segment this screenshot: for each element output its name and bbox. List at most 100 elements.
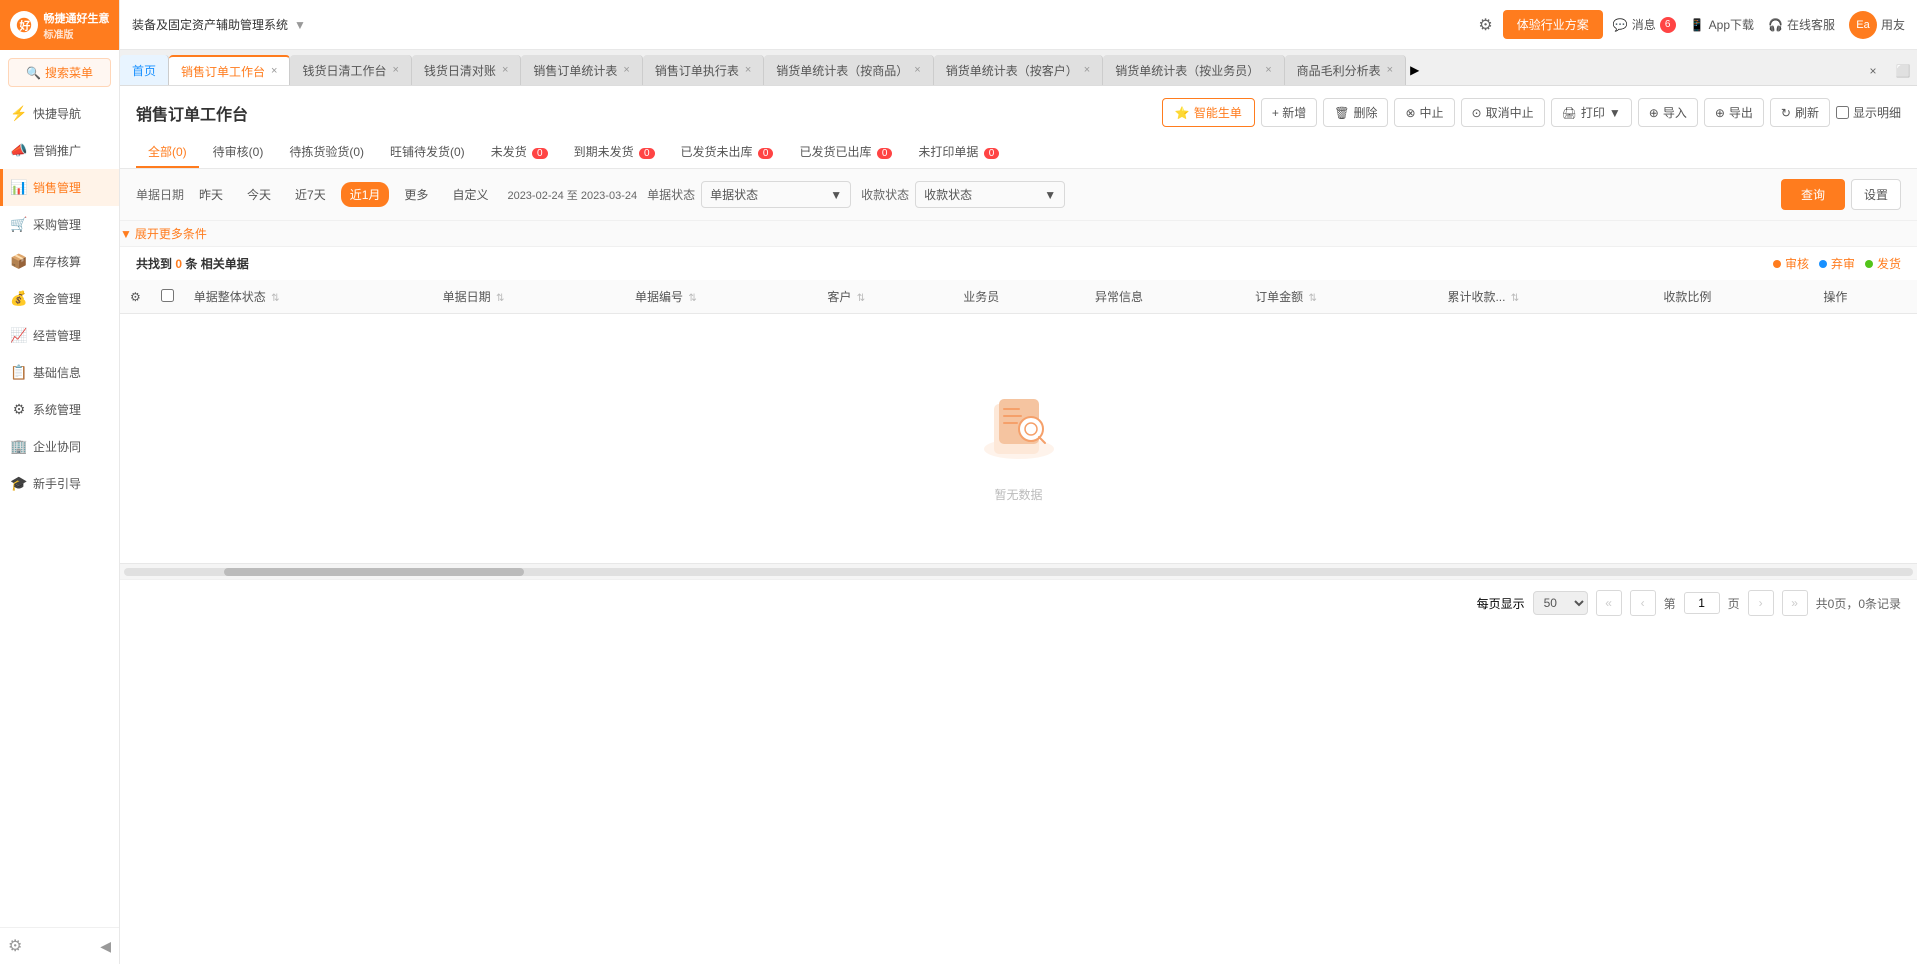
- sort-collected-icon[interactable]: ⇅: [1511, 293, 1519, 304]
- sort-date-icon[interactable]: ⇅: [496, 293, 504, 304]
- tab-home[interactable]: 首页: [120, 55, 169, 85]
- expand-more-btn[interactable]: ▼ 展开更多条件: [120, 225, 1917, 242]
- tab-sales-exec[interactable]: 销售订单执行表 ×: [643, 55, 764, 85]
- query-btn[interactable]: 查询: [1781, 179, 1845, 210]
- show-detail-checkbox[interactable]: [1836, 106, 1849, 119]
- sidebar-settings-icon[interactable]: ⚙: [8, 936, 22, 956]
- select-all-checkbox[interactable]: [161, 289, 174, 302]
- sidebar-item-sales[interactable]: 📊 销售管理: [0, 169, 119, 206]
- tab-close-summary-customer[interactable]: ×: [1084, 64, 1090, 76]
- new-btn[interactable]: + 新增: [1261, 98, 1317, 127]
- tabs-action-close-all[interactable]: ×: [1859, 57, 1887, 85]
- payment-select[interactable]: 收款状态 ▼: [915, 181, 1065, 208]
- page-number-input[interactable]: [1684, 592, 1720, 614]
- industry-btn[interactable]: 体验行业方案: [1503, 10, 1603, 39]
- tab-close-sales-order[interactable]: ×: [271, 65, 277, 77]
- tab-cash-reconcile[interactable]: 钱货日清对账 ×: [412, 55, 521, 85]
- sub-tab-wangpu[interactable]: 旺铺待发货(0): [378, 137, 477, 168]
- sidebar-item-finance[interactable]: 💰 资金管理: [0, 280, 119, 317]
- scroll-thumb[interactable]: [224, 568, 524, 576]
- date-btn-today[interactable]: 今天: [238, 182, 280, 207]
- user-item[interactable]: Ea 用友: [1849, 11, 1905, 39]
- first-page-btn[interactable]: «: [1596, 590, 1622, 616]
- show-detail-label[interactable]: 显示明细: [1836, 104, 1901, 121]
- sort-status-icon[interactable]: ⇅: [271, 293, 279, 304]
- refresh-btn[interactable]: ↻ 刷新: [1770, 98, 1830, 127]
- tab-product-margin[interactable]: 商品毛利分析表 ×: [1285, 55, 1406, 85]
- sub-tab-expired-not-shipped[interactable]: 到期未发货 0: [562, 137, 667, 168]
- sidebar-item-inventory[interactable]: 📦 库存核算: [0, 243, 119, 280]
- topbar-settings-icon[interactable]: ⚙: [1478, 15, 1492, 35]
- tabs-more-nav[interactable]: ▶: [1406, 55, 1423, 85]
- sidebar-search[interactable]: 🔍 搜索菜单: [0, 50, 119, 95]
- sub-tab-shipped-not-out[interactable]: 已发货未出库 0: [669, 137, 786, 168]
- ship-action[interactable]: 发货: [1865, 255, 1901, 272]
- date-btn-yesterday[interactable]: 昨天: [190, 182, 232, 207]
- tab-sales-summary-product[interactable]: 销货单统计表（按商品） ×: [764, 55, 933, 85]
- sidebar-item-operations[interactable]: 📈 经营管理: [0, 317, 119, 354]
- tabs-action-maximize[interactable]: ⬜: [1889, 57, 1917, 85]
- result-count: 共找到 0 条 相关单据: [136, 255, 249, 272]
- sidebar: 好 畅捷通好生意 标准版 🔍 搜索菜单 ⚡ 快捷导航 📣 营销推广 📊 销售管理…: [0, 0, 120, 964]
- sub-tab-all[interactable]: 全部(0): [136, 137, 199, 168]
- horizontal-scrollbar[interactable]: [120, 563, 1917, 579]
- sub-tab-not-shipped[interactable]: 未发货 0: [479, 137, 560, 168]
- shipped-out-badge: 0: [877, 148, 893, 159]
- tab-close-summary-product[interactable]: ×: [914, 64, 920, 76]
- sort-number-icon[interactable]: ⇅: [688, 293, 696, 304]
- page-size-select[interactable]: 50 10 20 100: [1533, 591, 1588, 615]
- review-action[interactable]: 审核: [1773, 255, 1809, 272]
- sidebar-item-basic-info[interactable]: 📋 基础信息: [0, 354, 119, 391]
- cancel-review-dot: [1819, 260, 1827, 268]
- prev-page-btn[interactable]: ‹: [1630, 590, 1656, 616]
- tab-sales-stats[interactable]: 销售订单统计表 ×: [521, 55, 642, 85]
- last-page-btn[interactable]: »: [1782, 590, 1808, 616]
- cancel-review-action[interactable]: 弃审: [1819, 255, 1855, 272]
- sort-customer-icon[interactable]: ⇅: [857, 293, 865, 304]
- scroll-track[interactable]: [124, 568, 1913, 576]
- date-btn-custom[interactable]: 自定义: [443, 182, 497, 207]
- message-item[interactable]: 💬 消息 6: [1613, 16, 1676, 33]
- date-filter-label: 单据日期: [136, 186, 184, 203]
- smart-create-btn[interactable]: ⭐ 智能生单: [1162, 98, 1255, 127]
- sub-tab-not-printed[interactable]: 未打印单据 0: [906, 137, 1011, 168]
- tab-close-cash-daily[interactable]: ×: [392, 64, 398, 76]
- sidebar-item-system[interactable]: ⚙ 系统管理: [0, 391, 119, 428]
- sub-tab-pending-inspect[interactable]: 待拣货验货(0): [277, 137, 376, 168]
- date-btn-more[interactable]: 更多: [395, 182, 437, 207]
- import-btn[interactable]: ⊕ 导入: [1638, 98, 1698, 127]
- tab-cash-daily[interactable]: 钱货日清工作台 ×: [290, 55, 411, 85]
- sub-tab-pending-review[interactable]: 待审核(0): [201, 137, 276, 168]
- export-btn[interactable]: ⊕ 导出: [1704, 98, 1764, 127]
- sidebar-item-quick-nav[interactable]: ⚡ 快捷导航: [0, 95, 119, 132]
- sidebar-item-purchase[interactable]: 🛒 采购管理: [0, 206, 119, 243]
- sidebar-item-guide[interactable]: 🎓 新手引导: [0, 465, 119, 502]
- search-menu-btn[interactable]: 🔍 搜索菜单: [8, 58, 111, 87]
- delete-btn[interactable]: 🗑 删除: [1323, 98, 1388, 127]
- next-page-btn[interactable]: ›: [1748, 590, 1774, 616]
- cancel-stop-btn[interactable]: ⊙ 取消中止: [1461, 98, 1545, 127]
- sidebar-item-marketing[interactable]: 📣 营销推广: [0, 132, 119, 169]
- sidebar-collapse-icon[interactable]: ◀: [100, 938, 111, 955]
- app-download-item[interactable]: 📱 App下载: [1690, 16, 1754, 33]
- print-btn[interactable]: 🖨 打印 ▼: [1551, 98, 1632, 127]
- tab-close-sales-stats[interactable]: ×: [623, 64, 629, 76]
- stop-btn[interactable]: ⊗ 中止: [1394, 98, 1454, 127]
- tab-close-summary-staff[interactable]: ×: [1265, 64, 1271, 76]
- sort-amount-icon[interactable]: ⇅: [1308, 293, 1316, 304]
- tab-close-sales-exec[interactable]: ×: [745, 64, 751, 76]
- payment-filter-label: 收款状态: [861, 186, 909, 203]
- date-btn-7days[interactable]: 近7天: [286, 182, 335, 207]
- status-select[interactable]: 单据状态 ▼: [701, 181, 851, 208]
- filter-setting-btn[interactable]: 设置: [1851, 179, 1901, 210]
- tab-sales-summary-customer[interactable]: 销货单统计表（按客户） ×: [934, 55, 1103, 85]
- tab-sales-summary-staff[interactable]: 销货单统计表（按业务员） ×: [1103, 55, 1284, 85]
- sub-tab-shipped-out[interactable]: 已发货已出库 0: [787, 137, 904, 168]
- tab-close-product-margin[interactable]: ×: [1387, 64, 1393, 76]
- tab-sales-order[interactable]: 销售订单工作台 ×: [169, 55, 290, 85]
- tab-close-cash-reconcile[interactable]: ×: [502, 64, 508, 76]
- sidebar-item-enterprise[interactable]: 🏢 企业协同: [0, 428, 119, 465]
- date-btn-1month[interactable]: 近1月: [341, 182, 390, 207]
- online-service-item[interactable]: 🎧 在线客服: [1768, 16, 1835, 33]
- col-settings-icon[interactable]: ⚙: [130, 290, 141, 304]
